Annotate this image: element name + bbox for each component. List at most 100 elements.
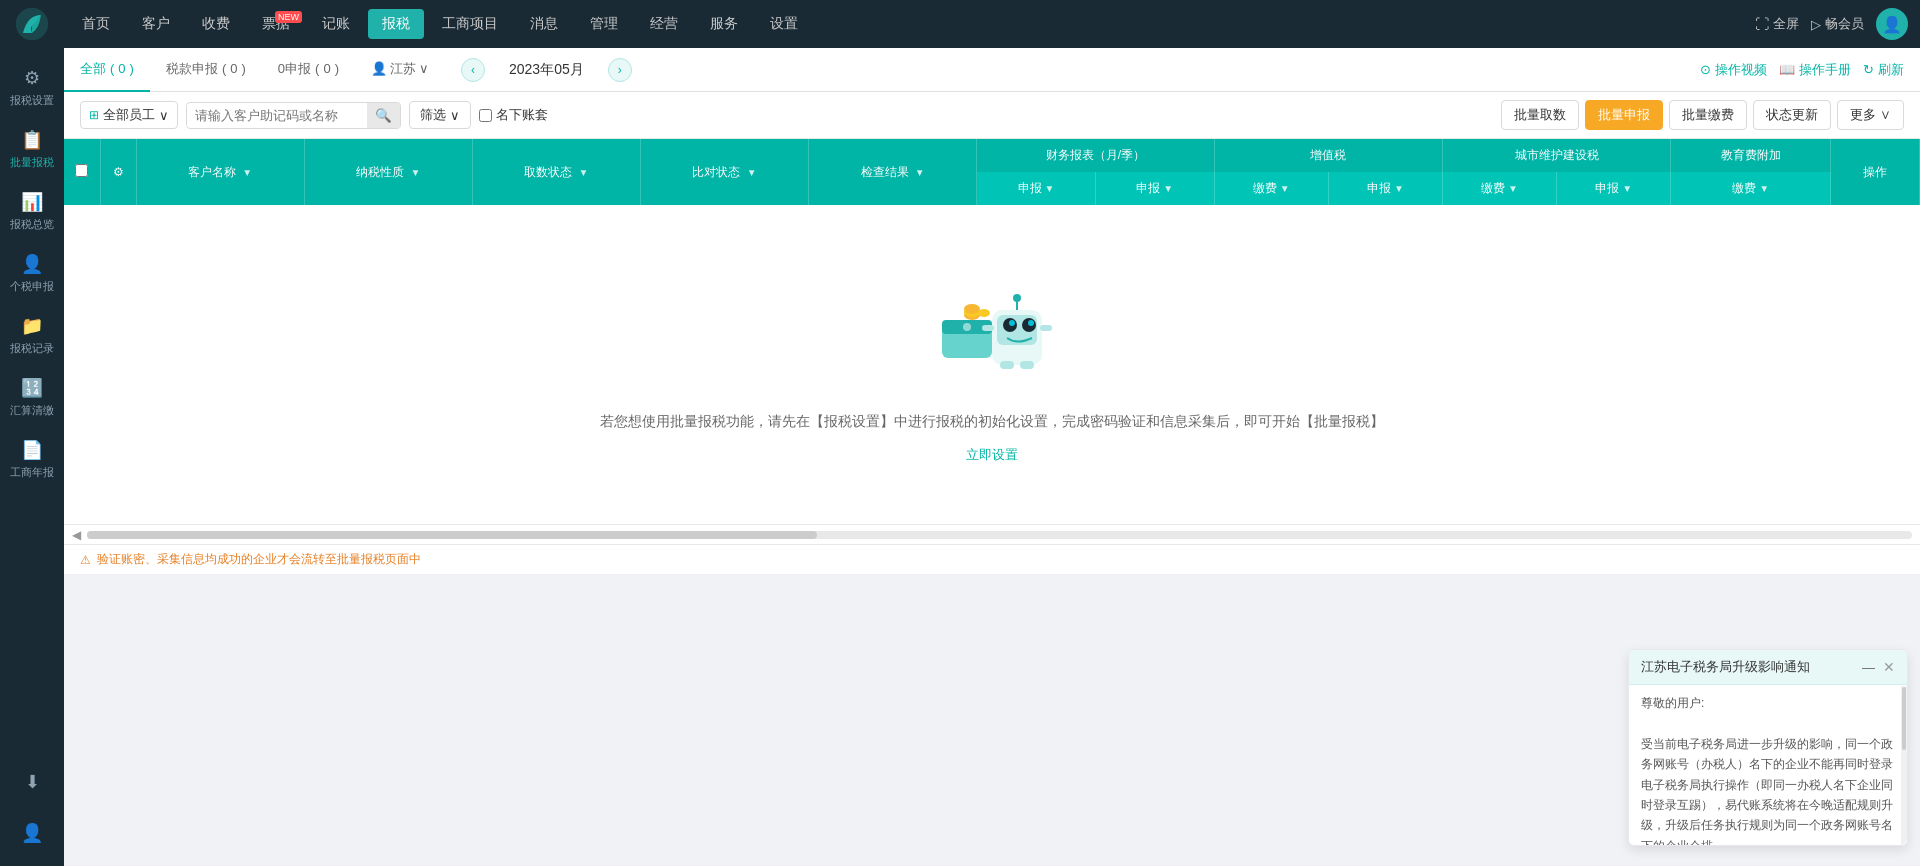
- nav-tax[interactable]: 报税: [368, 9, 424, 39]
- sidebar-item-tax-settings[interactable]: ⚙ 报税设置: [0, 56, 64, 118]
- notification-title: 江苏电子税务局升级影响通知: [1641, 658, 1810, 676]
- sidebar-item-settlement[interactable]: 🔢 汇算清缴: [0, 366, 64, 428]
- chevron-down-icon: ∨: [419, 61, 429, 76]
- fetch-filter-icon[interactable]: ▼: [579, 167, 589, 178]
- svg-rect-16: [982, 325, 994, 331]
- svg-point-6: [964, 304, 980, 314]
- financial-declare-filter[interactable]: ▼: [1045, 183, 1055, 194]
- sidebar-item-personal-tax[interactable]: 👤 个税申报: [0, 242, 64, 304]
- nav-manage[interactable]: 管理: [576, 9, 632, 39]
- tab-zero-declaration[interactable]: 0申报(0): [262, 48, 355, 92]
- sidebar-item-download[interactable]: ⬇: [16, 760, 48, 807]
- search-input[interactable]: [187, 104, 367, 127]
- tab-tax-declaration[interactable]: 税款申报(0): [150, 48, 262, 92]
- annual-report-icon: 📄: [20, 438, 44, 462]
- sidebar-item-annual-report[interactable]: 📄 工商年报: [0, 428, 64, 490]
- sidebar-bottom: ⬇ 👤: [16, 760, 48, 858]
- status-message: 验证账密、采集信息均成功的企业才会流转至批量报税页面中: [97, 551, 421, 568]
- refresh-button[interactable]: ↻ 刷新: [1863, 61, 1904, 79]
- fullscreen-button[interactable]: ⛶ 全屏: [1755, 15, 1799, 33]
- status-update-button[interactable]: 状态更新: [1753, 100, 1831, 130]
- col-education-surcharge: 教育费附加: [1671, 139, 1831, 172]
- vat-declare-filter[interactable]: ▼: [1163, 183, 1173, 194]
- vat-pay-filter[interactable]: ▼: [1280, 183, 1290, 194]
- sidebar-item-batch-tax[interactable]: 📋 批量报税: [0, 118, 64, 180]
- nav-message[interactable]: 消息: [516, 9, 572, 39]
- svg-point-12: [1009, 320, 1015, 326]
- sidebar-item-tax-overview[interactable]: 📊 报税总览: [0, 180, 64, 242]
- col-edu-declare: 申报▼: [1557, 172, 1671, 205]
- tab-region-right: ⊙ 操作视频 📖 操作手册 ↻ 刷新: [1684, 61, 1920, 79]
- search-button[interactable]: 🔍: [367, 103, 400, 128]
- check-filter-icon[interactable]: ▼: [915, 167, 925, 178]
- notification-scroll-thumb: [1902, 687, 1906, 751]
- edu-pay-filter[interactable]: ▼: [1759, 183, 1769, 194]
- settings-icon[interactable]: ⚙: [113, 165, 124, 179]
- nav-bookkeeping[interactable]: 记账: [308, 9, 364, 39]
- nav-charge[interactable]: 收费: [188, 9, 244, 39]
- compare-filter-icon[interactable]: ▼: [747, 167, 757, 178]
- refresh-icon: ↻: [1863, 62, 1874, 77]
- operation-video-link[interactable]: ⊙ 操作视频: [1700, 61, 1767, 79]
- video-icon: ⊙: [1700, 62, 1711, 77]
- tax-nature-filter-icon[interactable]: ▼: [410, 167, 420, 178]
- nav-home[interactable]: 首页: [68, 9, 124, 39]
- employee-select[interactable]: ⊞ 全部员工 ∨: [80, 101, 178, 129]
- scroll-track[interactable]: [87, 531, 1912, 539]
- nav-bizproject[interactable]: 工商项目: [428, 9, 512, 39]
- svg-point-7: [978, 309, 990, 317]
- batch-declare-button[interactable]: 批量申报: [1585, 100, 1663, 130]
- manual-icon: 📖: [1779, 62, 1795, 77]
- batch-pay-button[interactable]: 批量缴费: [1669, 100, 1747, 130]
- sidebar-item-user[interactable]: 👤: [16, 811, 48, 858]
- batch-fetch-button[interactable]: 批量取数: [1501, 100, 1579, 130]
- dropdown-arrow-icon: ∨: [159, 108, 169, 123]
- col-compare-status: 比对状态 ▼: [640, 139, 808, 205]
- notification-close-button[interactable]: ✕: [1883, 659, 1895, 675]
- scroll-left-arrow[interactable]: ◀: [72, 528, 81, 542]
- customer-filter-icon[interactable]: ▼: [242, 167, 252, 178]
- tax-records-icon: 📁: [20, 314, 44, 338]
- setup-link[interactable]: 立即设置: [966, 446, 1018, 464]
- col-edu-pay: 缴费▼: [1671, 172, 1831, 205]
- filter-button[interactable]: 筛选 ∨: [409, 101, 471, 129]
- batch-tax-icon: 📋: [20, 128, 44, 152]
- col-vat: 增值税: [1214, 139, 1442, 172]
- next-month-button[interactable]: ›: [608, 58, 632, 82]
- tab-region-selector[interactable]: 👤 江苏 ∨: [355, 48, 445, 92]
- col-vat-declare: 申报▼: [1095, 172, 1214, 205]
- user-avatar[interactable]: 👤: [1876, 8, 1908, 40]
- notification-body: 尊敬的用户: 受当前电子税务局进一步升级的影响，同一个政务网账号（办税人）名下的…: [1629, 685, 1907, 845]
- more-button[interactable]: 更多 ∨: [1837, 100, 1904, 130]
- data-table: ⚙ 客户名称 ▼ 纳税性质 ▼ 取数状态 ▼ 比对状态: [64, 139, 1920, 205]
- col-tax-nature: 纳税性质 ▼: [304, 139, 472, 205]
- nav-invoice[interactable]: 票据 NEW: [248, 9, 304, 39]
- nav-service[interactable]: 服务: [696, 9, 752, 39]
- toolbar: ⊞ 全部员工 ∨ 🔍 筛选 ∨ 名下账套 批量取数 批量申报 批量缴费 状态更新…: [64, 92, 1920, 139]
- sub-account-checkbox[interactable]: [479, 109, 492, 122]
- nav-customer[interactable]: 客户: [128, 9, 184, 39]
- checkbox-label[interactable]: 名下账套: [479, 106, 548, 124]
- empty-message: 若您想使用批量报税功能，请先在【报税设置】中进行报税的初始化设置，完成密码验证和…: [600, 409, 1384, 434]
- empty-state: 若您想使用批量报税功能，请先在【报税设置】中进行报税的初始化设置，完成密码验证和…: [64, 205, 1920, 524]
- nav-settings[interactable]: 设置: [756, 9, 812, 39]
- sidebar-item-tax-records[interactable]: 📁 报税记录: [0, 304, 64, 366]
- vip-button[interactable]: ▷ 畅会员: [1811, 15, 1864, 33]
- select-all-checkbox[interactable]: [75, 164, 88, 177]
- prev-month-button[interactable]: ‹: [461, 58, 485, 82]
- operation-manual-link[interactable]: 📖 操作手册: [1779, 61, 1851, 79]
- nav-badge-new: NEW: [275, 11, 302, 23]
- left-sidebar: ⚙ 报税设置 📋 批量报税 📊 报税总览 👤 个税申报 📁 报税记录 🔢 汇算清…: [0, 48, 64, 866]
- col-city-declare: 申报▼: [1328, 172, 1442, 205]
- notification-minimize-icon[interactable]: —: [1862, 660, 1875, 675]
- download-icon: ⬇: [20, 770, 44, 794]
- nav-operation[interactable]: 经营: [636, 9, 692, 39]
- edu-declare-filter[interactable]: ▼: [1622, 183, 1632, 194]
- more-arrow-icon: ∨: [1880, 107, 1891, 122]
- top-navigation: 首页 客户 收费 票据 NEW 记账 报税 工商项目 消息 管理 经营 服务 设…: [0, 0, 1920, 48]
- notification-scrollbar[interactable]: [1901, 686, 1907, 845]
- city-pay-filter[interactable]: ▼: [1508, 183, 1518, 194]
- scroll-thumb[interactable]: [87, 531, 817, 539]
- tab-all[interactable]: 全部(0): [64, 48, 150, 92]
- city-declare-filter[interactable]: ▼: [1394, 183, 1404, 194]
